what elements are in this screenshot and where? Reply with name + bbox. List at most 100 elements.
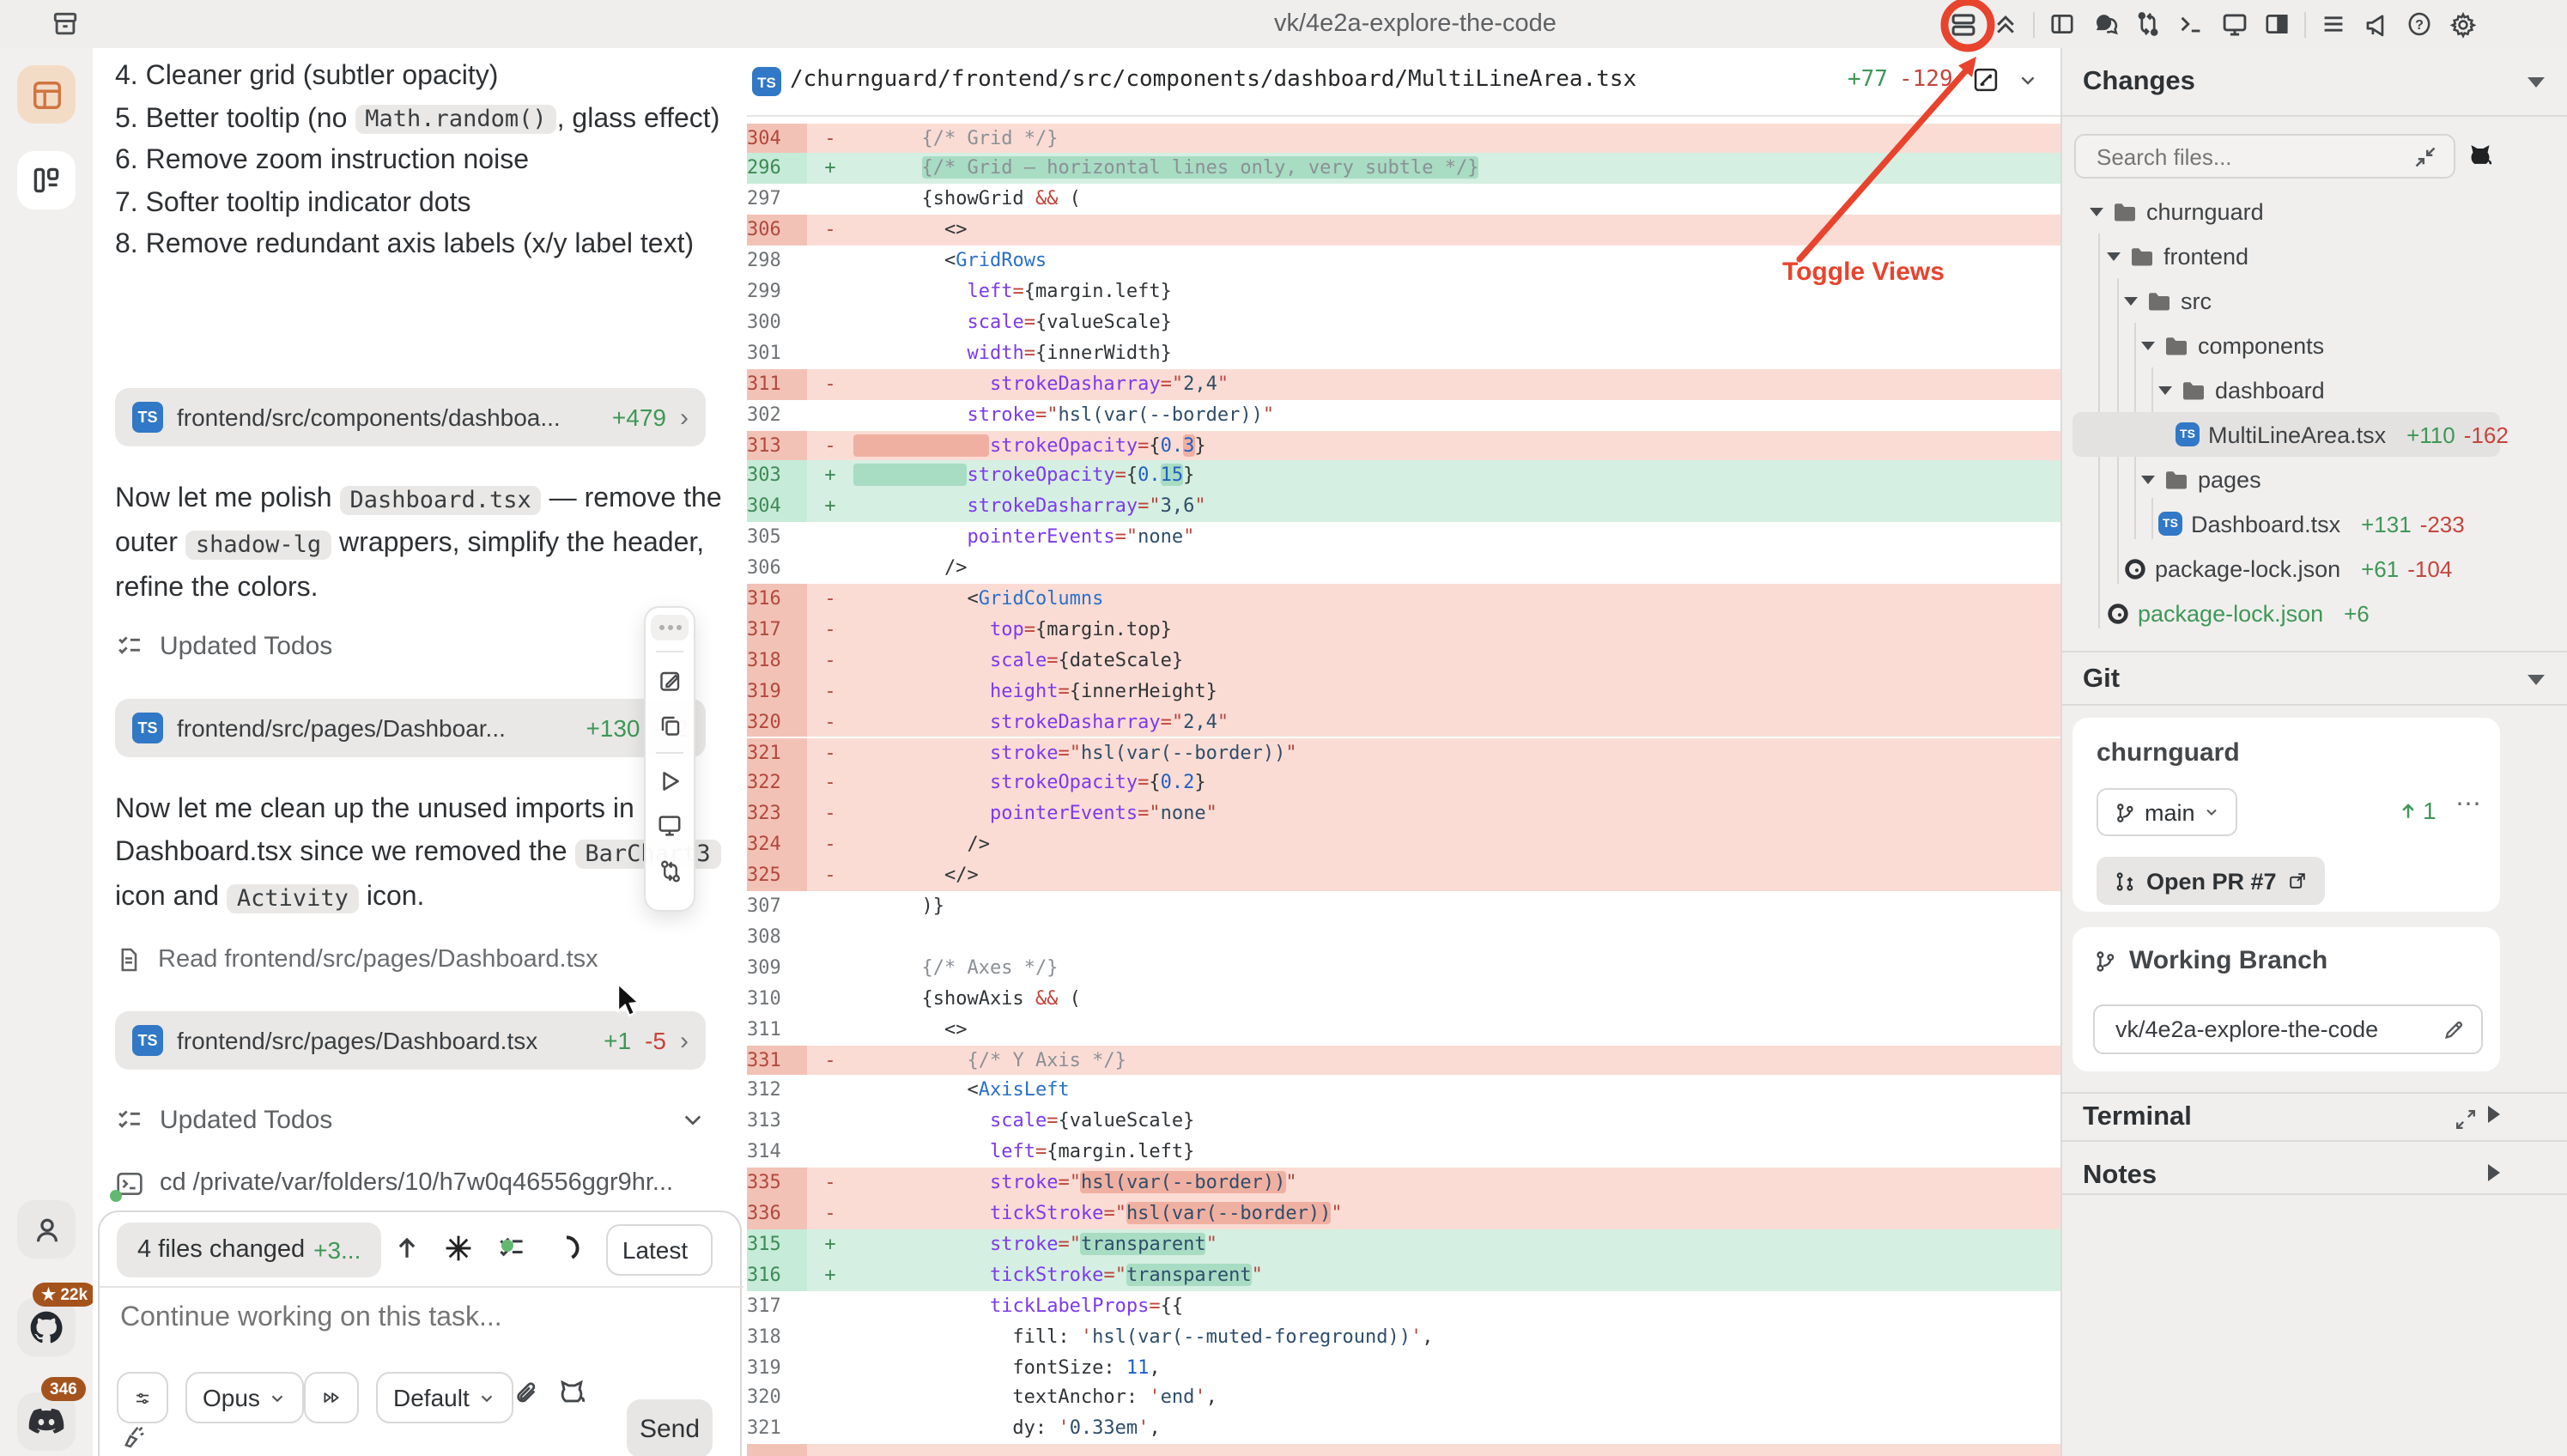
chevron-down-icon[interactable]: [680, 1107, 706, 1133]
working-branch-field[interactable]: [2093, 1004, 2483, 1054]
edit-message-button[interactable]: [652, 663, 687, 697]
cat-icon[interactable]: [556, 1377, 587, 1408]
diff-file-path: /churnguard/frontend/src/components/dash…: [790, 67, 1636, 93]
collapse-all-icon[interactable]: [1990, 9, 2021, 39]
settings-icon[interactable]: [2447, 9, 2478, 39]
announcements-icon[interactable]: [2361, 9, 2392, 39]
tree-folder-churnguard[interactable]: churnguard: [2090, 191, 2264, 232]
account-button[interactable]: [17, 1200, 76, 1259]
open-pr-button[interactable]: Open PR #7: [2097, 857, 2325, 905]
scroll-up-icon[interactable]: [391, 1233, 422, 1264]
open-pr-label: Open PR #7: [2146, 868, 2277, 894]
model-select[interactable]: Opus: [185, 1372, 305, 1423]
burst-icon[interactable]: [443, 1233, 474, 1264]
discord-button[interactable]: 346: [17, 1392, 76, 1451]
fast-forward-button[interactable]: [304, 1372, 359, 1423]
diff-line: 311 <>: [747, 1014, 2060, 1045]
tree-folder-dashboard[interactable]: dashboard: [2158, 369, 2325, 410]
panel-left-icon[interactable]: [2047, 9, 2078, 39]
chip-file-path: frontend/src/components/dashboa...: [177, 403, 598, 431]
tree-folder-components[interactable]: components: [2141, 325, 2324, 366]
read-file-row[interactable]: Read frontend/src/pages/Dashboard.tsx: [115, 946, 598, 974]
chevron-down-icon[interactable]: [2018, 70, 2038, 91]
copy-button[interactable]: [652, 707, 687, 742]
tree-folder-src[interactable]: src: [2124, 280, 2212, 321]
terminal-command-row[interactable]: cd /private/var/folders/10/h7w0q46556ggr…: [115, 1169, 673, 1197]
tree-file-package-lock.json[interactable]: package-lock.json+61-104: [2124, 548, 2452, 589]
lockfile-icon: [2107, 602, 2129, 624]
collapse-tree-icon[interactable]: [2412, 144, 2438, 170]
attachment-icon[interactable]: [512, 1379, 541, 1408]
caret-down-icon[interactable]: [2090, 207, 2103, 215]
caret-down-icon[interactable]: [2107, 252, 2121, 260]
version-select[interactable]: Latest: [606, 1224, 713, 1276]
diff-view-toggle-icon[interactable]: [1971, 65, 2000, 94]
diff-line: 321- stroke="hsl(var(--border))": [747, 737, 2060, 768]
tree-file-package-lock.json[interactable]: package-lock.json+6: [2107, 592, 2370, 634]
commits-ahead: 1: [2397, 797, 2437, 824]
file-diff-chip[interactable]: TSfrontend/src/pages/Dashboar...+130-22: [115, 699, 706, 757]
layout-view-button[interactable]: [17, 65, 76, 124]
tree-file-Dashboard.tsx[interactable]: TSDashboard.tsx+131-233: [2158, 503, 2465, 544]
tree-folder-pages[interactable]: pages: [2141, 458, 2261, 500]
files-changed-chip[interactable]: 4 files changed +3...: [117, 1222, 381, 1277]
edit-pencil-icon[interactable]: [2442, 1017, 2466, 1041]
section-expand-caret[interactable]: [2488, 1164, 2500, 1181]
mode-select[interactable]: Default: [376, 1372, 514, 1423]
cat-icon[interactable]: [2466, 141, 2495, 170]
assistant-message-list: 4. Cleaner grid (subtler opacity)5. Bett…: [115, 57, 728, 268]
diff-line: 313- strokeOpacity={0.3}: [747, 430, 2060, 461]
panel-right-icon[interactable]: [2261, 9, 2292, 39]
branch-select[interactable]: main: [2097, 788, 2238, 836]
tree-label: package-lock.json: [2155, 555, 2340, 581]
working-branch-input[interactable]: [2112, 1015, 2442, 1044]
more-options-button[interactable]: [651, 615, 689, 640]
diff-line: 300 scale={valueScale}: [747, 307, 2060, 338]
folder-icon: [2163, 334, 2189, 356]
tree-label: frontend: [2163, 243, 2248, 269]
more-options-icon[interactable]: ⋯: [2455, 788, 2483, 819]
chip-file-path: frontend/src/pages/Dashboard.tsx: [177, 1027, 590, 1054]
caret-down-icon[interactable]: [2141, 475, 2155, 483]
tree-file-MultiLineArea.tsx[interactable]: TSMultiLineArea.tsx+110-162: [2176, 414, 2509, 455]
tree-folder-frontend[interactable]: frontend: [2107, 235, 2248, 276]
spray-icon[interactable]: [120, 1422, 149, 1451]
caret-down-icon[interactable]: [2124, 296, 2138, 305]
diff-line: 306 />: [747, 553, 2060, 584]
toggle-views-icon[interactable]: [1947, 9, 1978, 39]
composer-input[interactable]: [117, 1301, 707, 1336]
section-expand-caret[interactable]: [2488, 1106, 2500, 1123]
archive-box-icon[interactable]: [50, 9, 81, 39]
board-view-button[interactable]: [17, 151, 76, 209]
run-button[interactable]: [652, 764, 687, 798]
monitor-button[interactable]: [652, 809, 687, 843]
section-collapse-icon[interactable]: [2528, 77, 2545, 88]
kanban-board-icon: [31, 165, 62, 196]
todos-row[interactable]: Updated Todos: [115, 632, 332, 661]
tree-removed-stat: -104: [2407, 555, 2452, 581]
monitor-icon[interactable]: [2218, 9, 2249, 39]
file-diff-chip[interactable]: TSfrontend/src/pages/Dashboard.tsx+1-5›: [115, 1011, 706, 1070]
file-diff-chip[interactable]: TSfrontend/src/components/dashboa...+479…: [115, 388, 706, 446]
todo-list-icon[interactable]: [496, 1233, 527, 1264]
menu-icon[interactable]: [2318, 9, 2349, 39]
git-compare-icon[interactable]: [2133, 9, 2163, 39]
send-button[interactable]: Send: [627, 1399, 713, 1456]
expand-icon[interactable]: [2454, 1107, 2478, 1131]
files-changed-label: 4 files changed: [137, 1236, 305, 1264]
search-input[interactable]: [2093, 143, 2409, 172]
git-compare-button[interactable]: [652, 853, 687, 888]
caret-down-icon[interactable]: [2141, 341, 2155, 349]
settings-sliders-button[interactable]: [117, 1372, 168, 1423]
typescript-icon: TS: [132, 1025, 163, 1056]
chat-panel[interactable]: 4. Cleaner grid (subtler opacity)5. Bett…: [93, 48, 749, 1456]
folder-icon: [2163, 468, 2189, 490]
file-search-box[interactable]: [2074, 134, 2455, 179]
chat-bubble-icon[interactable]: [2090, 9, 2121, 39]
todos-row-collapsed[interactable]: Updated Todos: [115, 1106, 706, 1135]
section-collapse-icon[interactable]: [2528, 675, 2545, 685]
github-button[interactable]: ★ 22k: [17, 1298, 76, 1356]
help-icon[interactable]: ?: [2404, 9, 2435, 39]
caret-down-icon[interactable]: [2158, 385, 2172, 394]
terminal-icon[interactable]: [2176, 9, 2206, 39]
